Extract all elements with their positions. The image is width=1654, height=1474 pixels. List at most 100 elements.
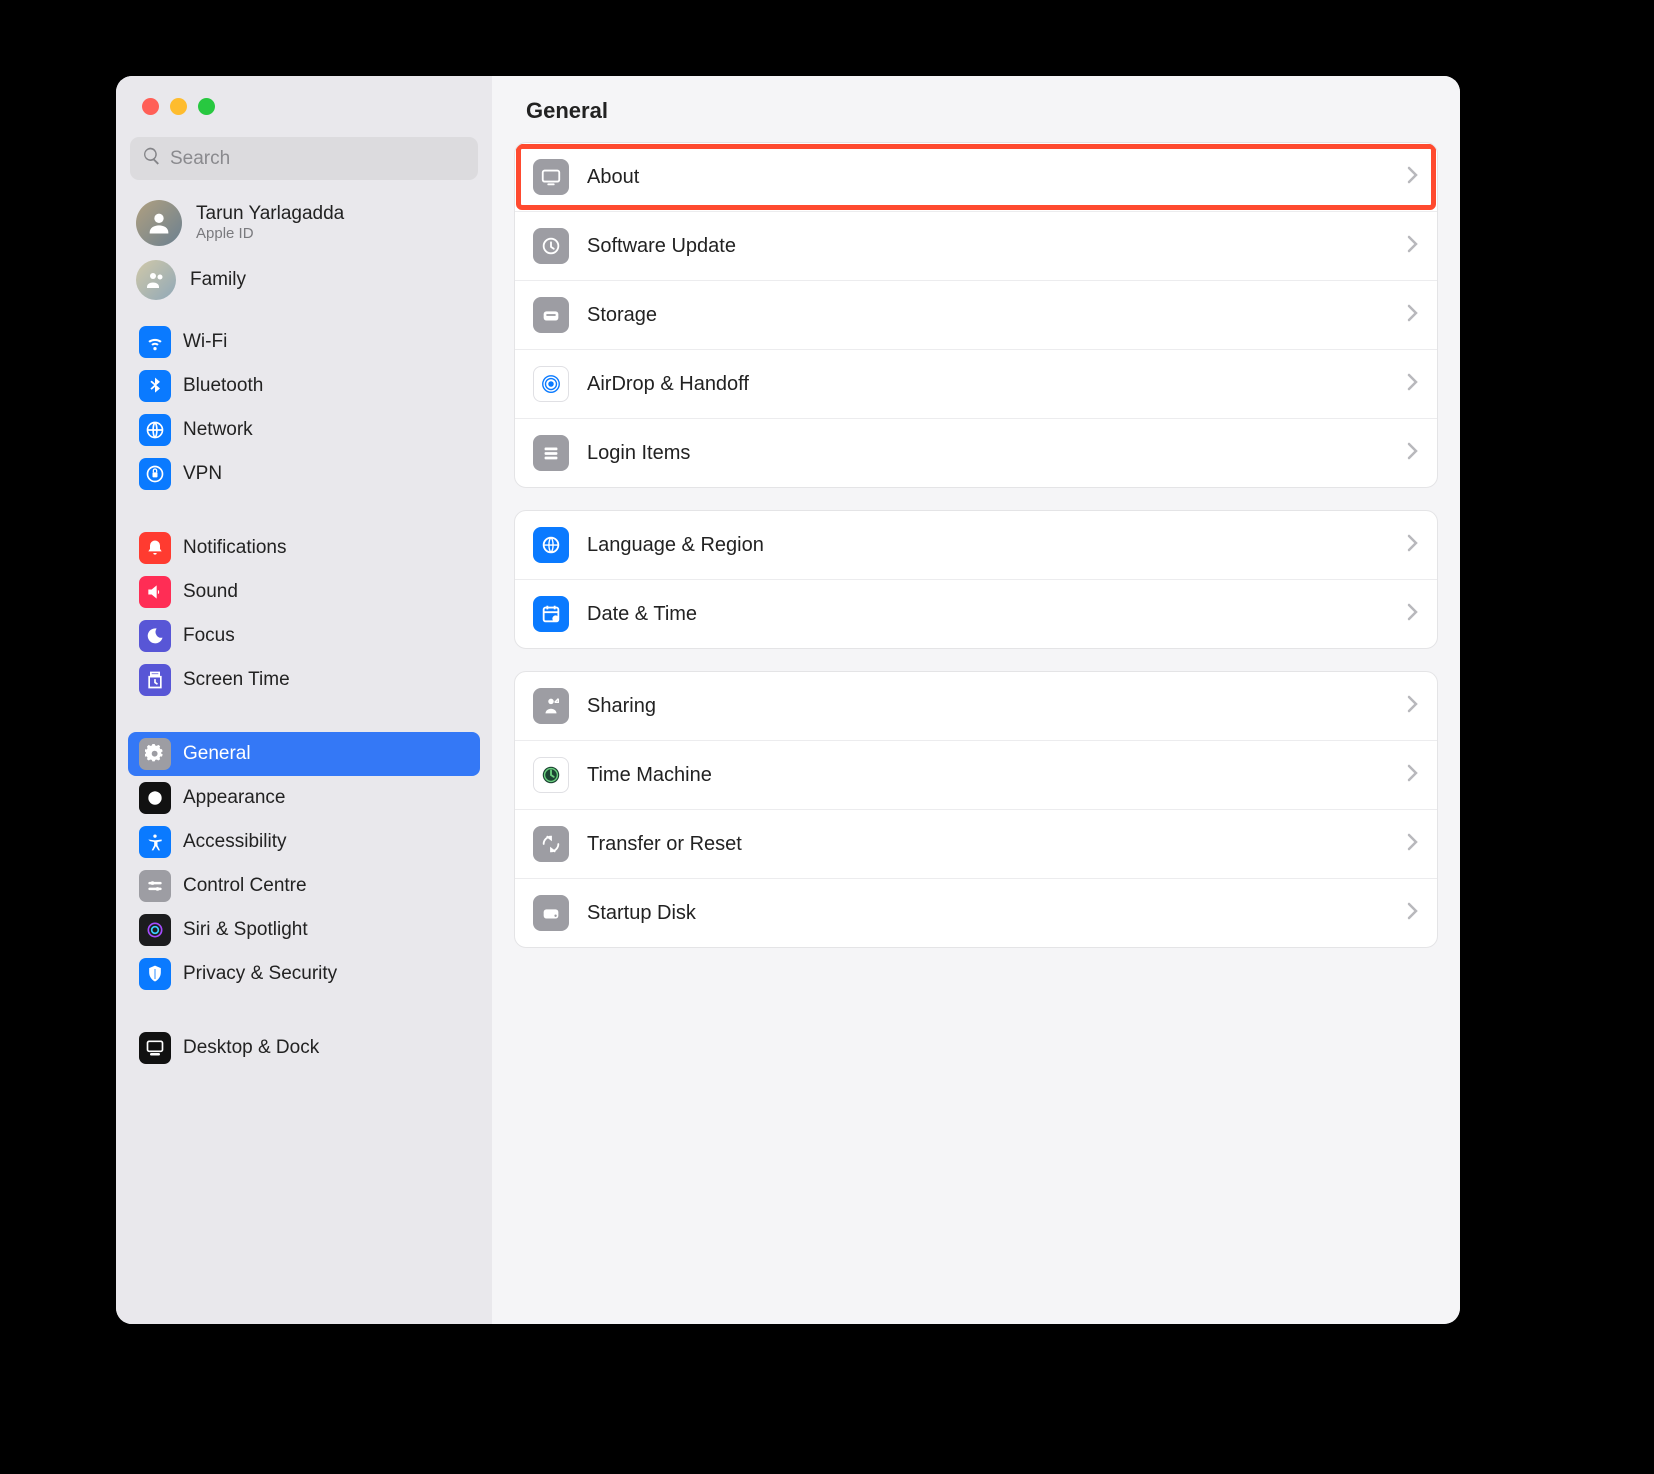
accessibility-icon bbox=[139, 826, 171, 858]
sidebar-item-network[interactable]: Network bbox=[128, 408, 480, 452]
sidebar-item-label: Network bbox=[183, 419, 253, 441]
bluetooth-icon bbox=[139, 370, 171, 402]
vpn-icon bbox=[139, 458, 171, 490]
maximize-button[interactable] bbox=[198, 98, 215, 115]
transfer-icon bbox=[533, 826, 569, 862]
sidebar-item-accessibility[interactable]: Accessibility bbox=[128, 820, 480, 864]
sidebar-item-label: Siri & Spotlight bbox=[183, 919, 308, 941]
notifications-icon bbox=[139, 532, 171, 564]
chevron-right-icon bbox=[1407, 373, 1419, 396]
startup-icon bbox=[533, 895, 569, 931]
close-button[interactable] bbox=[142, 98, 159, 115]
chevron-right-icon bbox=[1407, 235, 1419, 258]
row-datetime[interactable]: Date & Time bbox=[515, 580, 1437, 648]
row-storage[interactable]: Storage bbox=[515, 281, 1437, 350]
panel-group-2: Language & Region Date & Time bbox=[514, 510, 1438, 649]
sound-icon bbox=[139, 576, 171, 608]
search-input[interactable] bbox=[170, 148, 466, 170]
sidebar-item-screentime[interactable]: Screen Time bbox=[128, 658, 480, 702]
search-icon bbox=[142, 146, 162, 171]
sidebar-item-label: Desktop & Dock bbox=[183, 1037, 319, 1059]
controlcentre-icon bbox=[139, 870, 171, 902]
sidebar-item-label: Notifications bbox=[183, 537, 287, 559]
sidebar-item-notifications[interactable]: Notifications bbox=[128, 526, 480, 570]
sidebar-item-general[interactable]: General bbox=[128, 732, 480, 776]
desktop-icon bbox=[139, 1032, 171, 1064]
account-name: Tarun Yarlagadda bbox=[196, 203, 344, 226]
sidebar-group-desktop: Desktop & Dock bbox=[116, 1020, 492, 1076]
sidebar-item-privacy[interactable]: Privacy & Security bbox=[128, 952, 480, 996]
sidebar-item-label: General bbox=[183, 743, 251, 765]
sidebar-item-label: Appearance bbox=[183, 787, 285, 809]
row-label: Sharing bbox=[587, 695, 1407, 718]
row-login-items[interactable]: Login Items bbox=[515, 419, 1437, 487]
sidebar: Tarun Yarlagadda Apple ID Family Wi-Fi B… bbox=[116, 76, 492, 1324]
language-icon bbox=[533, 527, 569, 563]
sidebar-item-desktop[interactable]: Desktop & Dock bbox=[128, 1026, 480, 1070]
panel-group-1: About Software Update Storage AirDrop & … bbox=[514, 142, 1438, 488]
avatar bbox=[136, 200, 182, 246]
chevron-right-icon bbox=[1407, 603, 1419, 626]
row-label: Date & Time bbox=[587, 603, 1407, 626]
sidebar-group-alerts: Notifications Sound Focus Screen Time bbox=[116, 520, 492, 708]
chevron-right-icon bbox=[1407, 902, 1419, 925]
row-timemachine[interactable]: Time Machine bbox=[515, 741, 1437, 810]
sidebar-item-wifi[interactable]: Wi-Fi bbox=[128, 320, 480, 364]
row-label: Transfer or Reset bbox=[587, 833, 1407, 856]
about-icon bbox=[533, 159, 569, 195]
login-items-icon bbox=[533, 435, 569, 471]
software-update-icon bbox=[533, 228, 569, 264]
sidebar-item-label: Control Centre bbox=[183, 875, 307, 897]
sidebar-item-siri[interactable]: Siri & Spotlight bbox=[128, 908, 480, 952]
minimize-button[interactable] bbox=[170, 98, 187, 115]
account-sub: Apple ID bbox=[196, 225, 344, 243]
sidebar-item-controlcentre[interactable]: Control Centre bbox=[128, 864, 480, 908]
sidebar-item-sound[interactable]: Sound bbox=[128, 570, 480, 614]
privacy-icon bbox=[139, 958, 171, 990]
network-icon bbox=[139, 414, 171, 446]
sidebar-item-label: Sound bbox=[183, 581, 238, 603]
chevron-right-icon bbox=[1407, 764, 1419, 787]
row-label: AirDrop & Handoff bbox=[587, 373, 1407, 396]
row-sharing[interactable]: Sharing bbox=[515, 672, 1437, 741]
sharing-icon bbox=[533, 688, 569, 724]
row-language[interactable]: Language & Region bbox=[515, 511, 1437, 580]
page-title: General bbox=[492, 76, 1460, 142]
sidebar-item-bluetooth[interactable]: Bluetooth bbox=[128, 364, 480, 408]
datetime-icon bbox=[533, 596, 569, 632]
row-software-update[interactable]: Software Update bbox=[515, 212, 1437, 281]
sidebar-item-label: Wi-Fi bbox=[183, 331, 227, 353]
settings-window: Tarun Yarlagadda Apple ID Family Wi-Fi B… bbox=[116, 76, 1460, 1324]
sidebar-item-focus[interactable]: Focus bbox=[128, 614, 480, 658]
sidebar-group-system: General Appearance Accessibility Control… bbox=[116, 726, 492, 1002]
panel-group-3: Sharing Time Machine Transfer or Reset S… bbox=[514, 671, 1438, 948]
row-label: Time Machine bbox=[587, 764, 1407, 787]
sidebar-item-label: Focus bbox=[183, 625, 235, 647]
account-text: Tarun Yarlagadda Apple ID bbox=[196, 203, 344, 244]
row-label: Language & Region bbox=[587, 534, 1407, 557]
chevron-right-icon bbox=[1407, 534, 1419, 557]
row-label: About bbox=[587, 166, 1407, 189]
sidebar-item-appearance[interactable]: Appearance bbox=[128, 776, 480, 820]
sidebar-item-label: VPN bbox=[183, 463, 222, 485]
family-avatar bbox=[136, 260, 176, 300]
row-airdrop[interactable]: AirDrop & Handoff bbox=[515, 350, 1437, 419]
sidebar-group-network: Wi-Fi Bluetooth Network VPN bbox=[116, 314, 492, 502]
sidebar-item-label: Bluetooth bbox=[183, 375, 263, 397]
row-startup[interactable]: Startup Disk bbox=[515, 879, 1437, 947]
wifi-icon bbox=[139, 326, 171, 358]
family-row[interactable]: Family bbox=[116, 256, 492, 314]
sidebar-item-vpn[interactable]: VPN bbox=[128, 452, 480, 496]
chevron-right-icon bbox=[1407, 166, 1419, 189]
row-about[interactable]: About bbox=[515, 143, 1437, 212]
row-transfer[interactable]: Transfer or Reset bbox=[515, 810, 1437, 879]
siri-icon bbox=[139, 914, 171, 946]
search-field[interactable] bbox=[130, 137, 478, 180]
chevron-right-icon bbox=[1407, 833, 1419, 856]
screentime-icon bbox=[139, 664, 171, 696]
row-label: Login Items bbox=[587, 442, 1407, 465]
row-label: Storage bbox=[587, 304, 1407, 327]
sidebar-item-label: Accessibility bbox=[183, 831, 286, 853]
apple-id-row[interactable]: Tarun Yarlagadda Apple ID bbox=[116, 190, 492, 256]
storage-icon bbox=[533, 297, 569, 333]
